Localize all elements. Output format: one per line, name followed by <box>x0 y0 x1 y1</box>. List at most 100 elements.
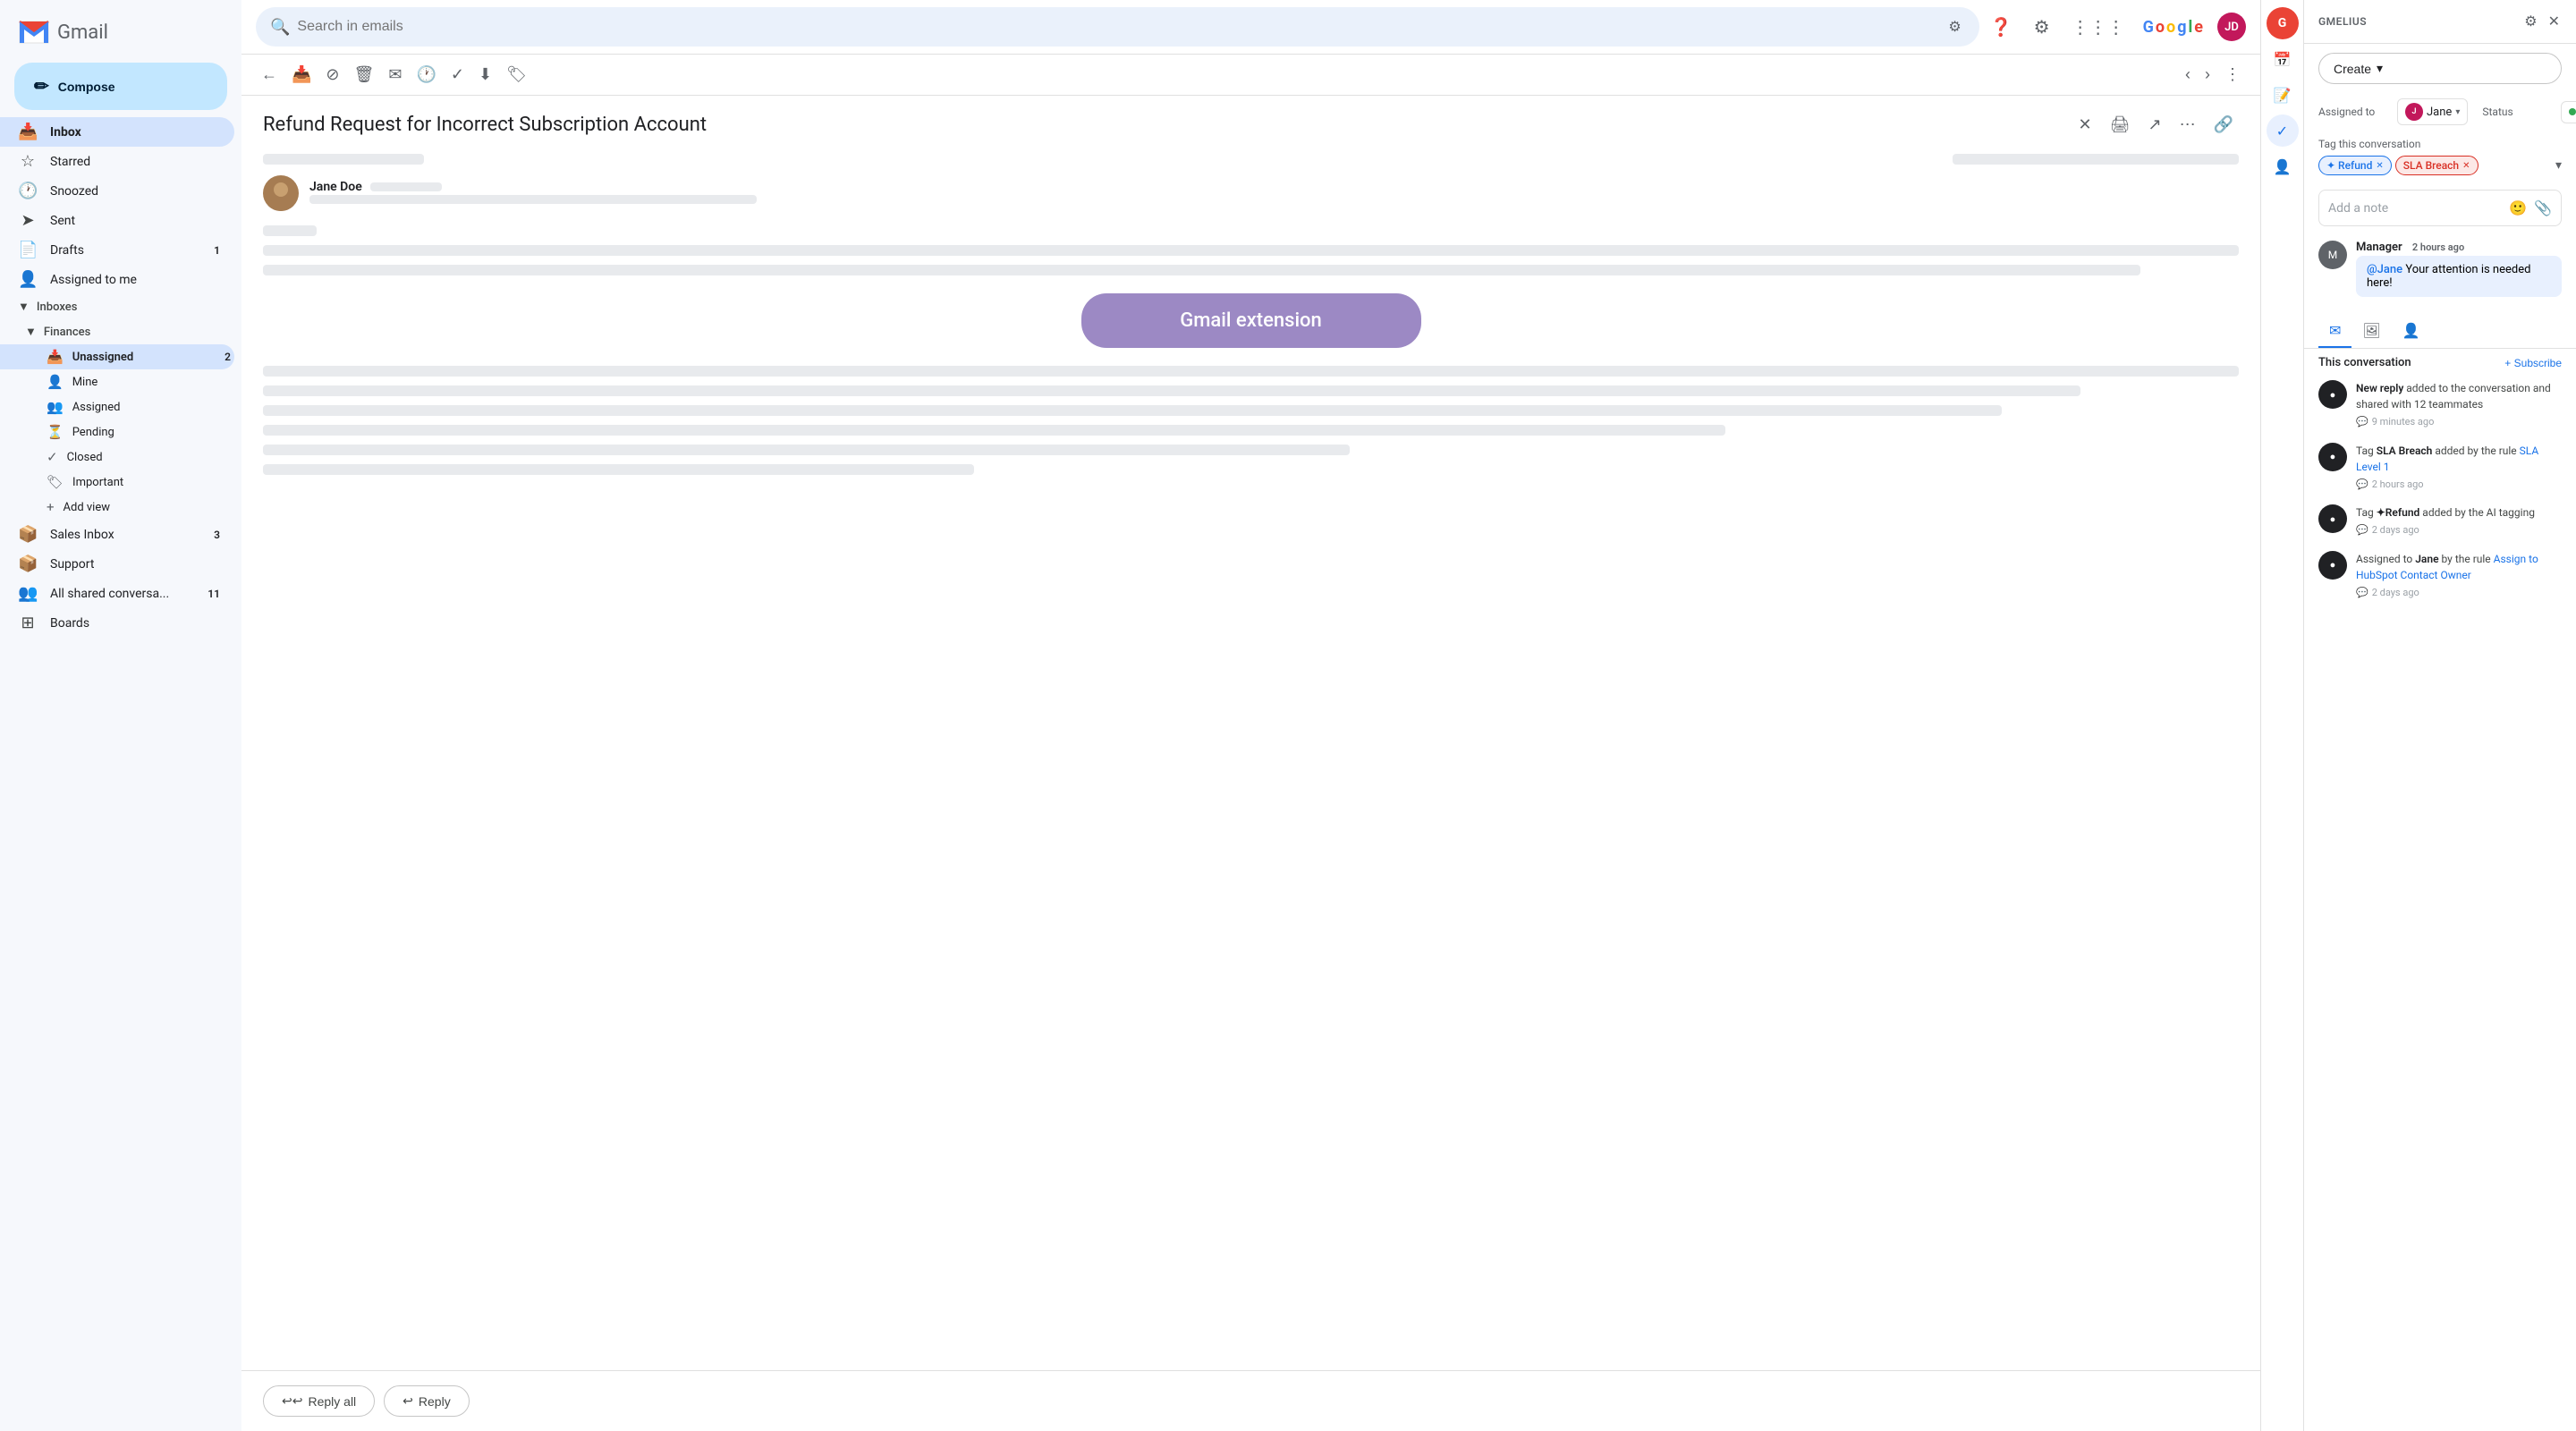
user-avatar[interactable]: JD <box>2217 13 2246 41</box>
body-line-2 <box>263 245 2239 256</box>
assigned-to-label: Assigned to <box>2318 106 2390 118</box>
label-button[interactable]: 🏷 <box>501 60 532 89</box>
open-new-tab-button[interactable]: ↗ <box>2142 110 2166 140</box>
subscribe-button[interactable]: + Subscribe <box>2504 357 2562 369</box>
hubspot-link[interactable]: Assign to HubSpot Contact Owner <box>2356 553 2538 581</box>
sidebar-item-support[interactable]: 📦 Support <box>0 549 234 579</box>
sla-breach-tag: SLA Breach <box>2377 445 2433 457</box>
sidebar-item-closed[interactable]: ✓ Closed <box>0 445 234 470</box>
time-icon-3: 💬 <box>2356 523 2368 538</box>
back-button[interactable]: ← <box>256 60 283 89</box>
person-tab-icon: 👤 <box>2402 322 2420 339</box>
task-button[interactable]: ✓ <box>445 60 470 89</box>
print-button[interactable]: 🖨 <box>2105 110 2136 140</box>
tab-email[interactable]: ✉ <box>2318 315 2351 348</box>
sidebar-item-starred[interactable]: ☆ Starred <box>0 147 234 176</box>
strip-notes-icon[interactable]: 📝 <box>2267 79 2299 111</box>
panel-close-button[interactable]: ✕ <box>2546 11 2562 32</box>
sidebar-item-assigned-to-me[interactable]: 👤 Assigned to me <box>0 265 234 294</box>
search-bar[interactable]: 🔍 ⚙ <box>256 7 1979 47</box>
sender-name: Jane Doe <box>309 180 2239 194</box>
tag-sla-label: SLA Breach <box>2403 159 2459 172</box>
sidebar-item-sales[interactable]: 📦 Sales Inbox 3 <box>0 520 234 549</box>
add-view-icon: + <box>47 499 55 515</box>
move-button[interactable]: ⬇ <box>473 60 497 89</box>
sender-date-placeholder <box>309 195 757 204</box>
expand-icon: ▼ <box>18 300 30 314</box>
close-email-button[interactable]: ✕ <box>2073 110 2097 140</box>
strip-user-icon[interactable]: 👤 <box>2267 150 2299 182</box>
tag-sla-remove[interactable]: ✕ <box>2462 161 2470 171</box>
sidebar-item-drafts[interactable]: 📄 Drafts 1 <box>0 235 234 265</box>
activity-content-1: New reply added to the conversation and … <box>2356 380 2562 430</box>
compose-button[interactable]: ✏ Compose <box>14 63 227 110</box>
all-conv-badge: 11 <box>208 588 220 600</box>
tag-refund[interactable]: ✦ Refund ✕ <box>2318 156 2392 175</box>
tab-person[interactable]: 👤 <box>2392 315 2431 348</box>
tags-expand-icon[interactable]: ▾ <box>2555 158 2562 173</box>
report-button[interactable]: ⊘ <box>320 60 344 89</box>
drafts-icon: 📄 <box>18 241 38 259</box>
important-label: Important <box>72 476 123 489</box>
tag-sla[interactable]: SLA Breach ✕ <box>2395 156 2479 175</box>
sidebar-item-sent[interactable]: ➤ Sent <box>0 206 234 235</box>
attach-icon[interactable]: 📎 <box>2534 199 2552 216</box>
strip-calendar-icon[interactable]: 📅 <box>2267 43 2299 75</box>
next-email-button[interactable]: › <box>2199 60 2216 89</box>
comment-item: M Manager 2 hours ago @Jane Your attenti… <box>2318 241 2562 297</box>
assigned-user-avatar: J <box>2405 103 2423 121</box>
help-button[interactable]: ❓ <box>1987 13 2016 42</box>
activity-title: This conversation <box>2318 356 2411 369</box>
sidebar-item-all-conversations[interactable]: 👥 All shared conversa... 11 <box>0 579 234 608</box>
note-area[interactable]: Add a note 🙂 📎 <box>2318 190 2562 226</box>
prev-email-button[interactable]: ‹ <box>2180 60 2196 89</box>
link-button[interactable]: 🔗 <box>2208 110 2239 140</box>
create-button[interactable]: Create ▾ <box>2318 53 2562 84</box>
create-label: Create <box>2334 62 2371 76</box>
comment-content: Manager 2 hours ago @Jane Your attention… <box>2356 241 2562 297</box>
note-placeholder-text: Add a note <box>2328 201 2509 216</box>
mark-read-button[interactable]: ✉ <box>383 60 407 89</box>
emoji-icon[interactable]: 🙂 <box>2509 199 2527 216</box>
comment-avatar: M <box>2318 241 2347 269</box>
more-button[interactable]: ⋮ <box>2219 60 2246 89</box>
strip-check-icon[interactable]: ✓ <box>2267 114 2299 147</box>
finances-section[interactable]: ▼ Finances <box>0 319 242 344</box>
search-filter-button[interactable]: ⚙ <box>1945 14 1964 39</box>
panel-settings-button[interactable]: ⚙ <box>2522 11 2538 32</box>
more-options-button[interactable]: ⋯ <box>2174 110 2201 140</box>
settings-button[interactable]: ⚙ <box>2030 13 2054 42</box>
inbox-label: Inbox <box>50 125 81 140</box>
inboxes-section[interactable]: ▼ Inboxes <box>0 294 242 319</box>
assigned-to-select[interactable]: J Jane ▾ <box>2397 98 2468 125</box>
sidebar-item-inbox[interactable]: 📥 Inbox <box>0 117 234 147</box>
sidebar: Gmail ✏ Compose 📥 Inbox ☆ Starred 🕐 Snoo… <box>0 0 242 1431</box>
icon-strip: G 📅 📝 ✓ 👤 <box>2260 0 2303 1431</box>
sidebar-item-important[interactable]: 🏷 Important <box>0 470 234 495</box>
panel-header: GMELIUS ⚙ ✕ <box>2304 0 2576 44</box>
reply-all-button[interactable]: ↩↩ Reply all <box>263 1385 375 1417</box>
sidebar-item-boards[interactable]: ⊞ Boards <box>0 608 234 638</box>
sidebar-item-assigned[interactable]: 👥 Assigned <box>0 394 234 419</box>
toolbar-icons: ❓ ⚙ ⋮⋮⋮ Google JD <box>1987 13 2246 42</box>
strip-gmelius-icon[interactable]: G <box>2267 7 2299 39</box>
panel-title: GMELIUS <box>2318 15 2515 28</box>
search-input[interactable] <box>297 19 1937 35</box>
sidebar-item-mine[interactable]: 👤 Mine <box>0 369 234 394</box>
reply-button[interactable]: ↩ Reply <box>384 1385 470 1417</box>
tab-image[interactable]: 🖼 <box>2351 315 2391 348</box>
body-line-3 <box>263 265 2140 275</box>
apps-button[interactable]: ⋮⋮⋮ <box>2068 13 2129 42</box>
add-view-item[interactable]: + Add view <box>0 495 234 520</box>
sidebar-item-pending[interactable]: ⏳ Pending <box>0 419 234 445</box>
search-icon: 🔍 <box>270 18 290 37</box>
status-select[interactable]: Open ▾ <box>2561 101 2576 123</box>
sender-avatar-img <box>263 175 299 211</box>
tag-refund-remove[interactable]: ✕ <box>2376 161 2383 171</box>
sidebar-item-unassigned[interactable]: 📥 Unassigned 2 <box>0 344 234 369</box>
sidebar-item-snoozed[interactable]: 🕐 Snoozed <box>0 176 234 206</box>
delete-button[interactable]: 🗑 <box>349 60 380 89</box>
snooze-button[interactable]: 🕐 <box>411 60 441 89</box>
unassigned-icon: 📥 <box>47 349 64 365</box>
archive-button[interactable]: 📥 <box>286 60 317 89</box>
